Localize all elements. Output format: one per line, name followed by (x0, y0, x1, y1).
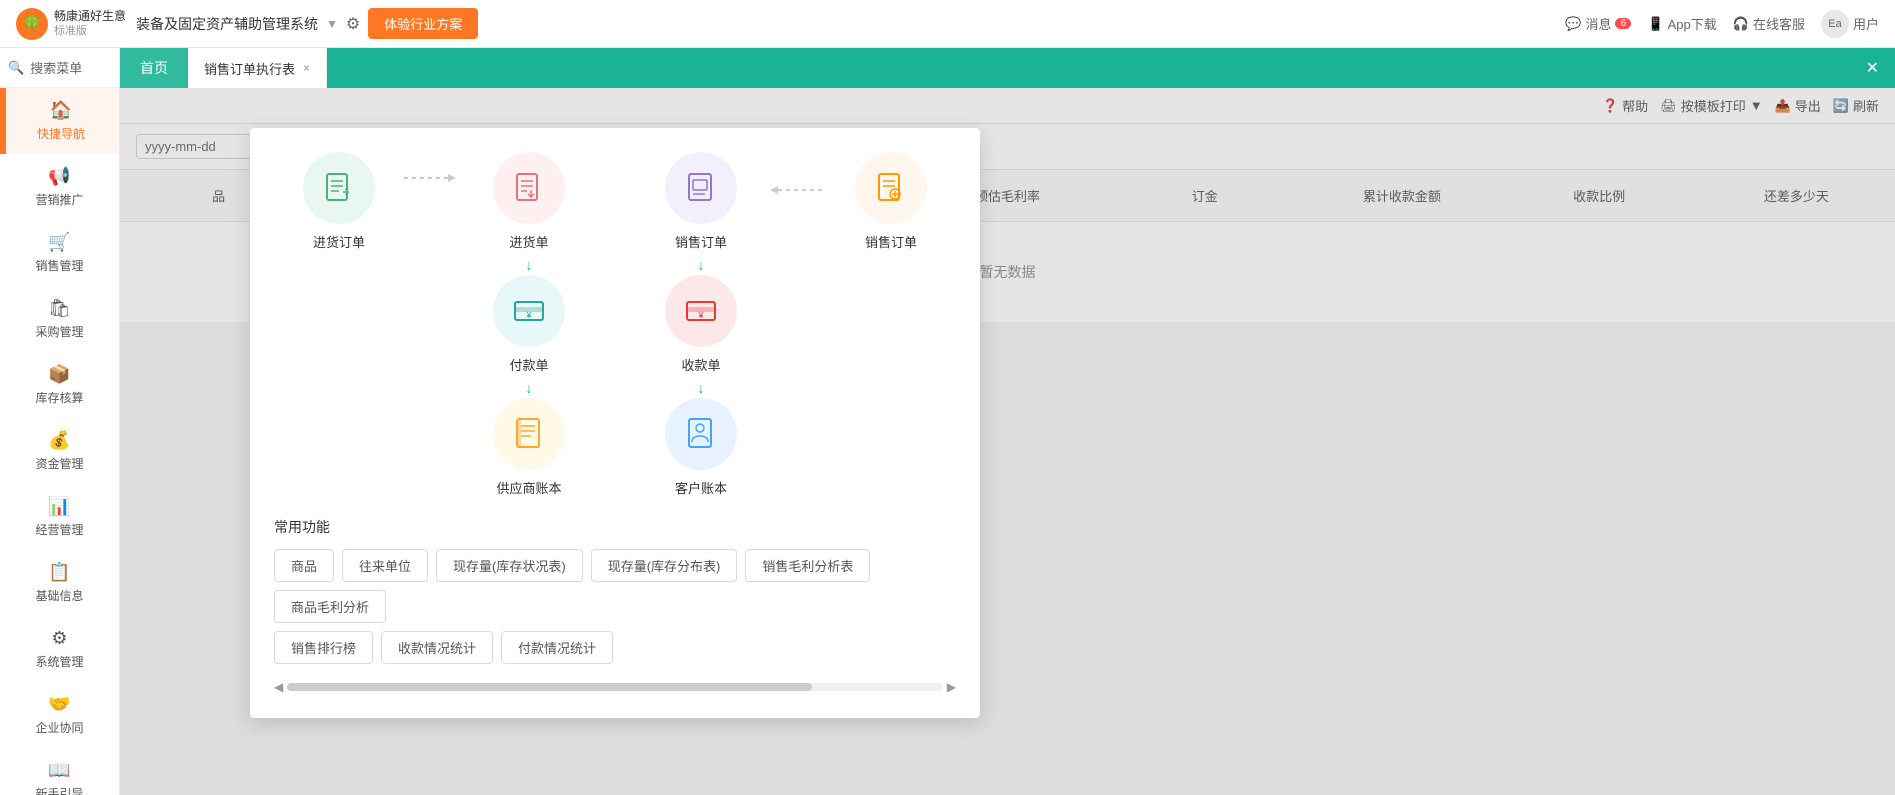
func-btn-receipt-stats[interactable]: 收款情况统计 (381, 631, 493, 664)
payment-icon: ¥ (493, 275, 565, 347)
arrow-po-to-pr (404, 170, 464, 234)
sales-order-node[interactable]: 销售订单 (826, 152, 956, 251)
sidebar-search[interactable]: 🔍 搜索菜单 (0, 48, 119, 88)
guide-icon: 📖 (48, 760, 70, 781)
sidebar-item-purchase[interactable]: 🛍 采购管理 (0, 286, 119, 352)
common-functions-title: 常用功能 (274, 517, 956, 537)
dropdown-arrow-icon[interactable]: ▼ (326, 17, 338, 31)
sidebar-item-enterprise[interactable]: 🤝 企业协同 (0, 682, 119, 748)
func-btn-payment-stats[interactable]: 付款情况统计 (501, 631, 613, 664)
system-title: 装备及固定资产辅助管理系统 (136, 14, 318, 34)
message-icon: 💬 (1565, 16, 1581, 32)
common-functions: 常用功能 商品 往来单位 现存量(库存状况表) 现存量(库存分布表) 销售毛利分… (274, 517, 956, 664)
receipt-node[interactable]: ¥ 收款单 (636, 275, 766, 374)
purchase-receipt-node[interactable]: 进货单 (464, 152, 594, 251)
sales-receipt-node[interactable]: 销售订单 (636, 152, 766, 251)
sidebar-item-basic-info[interactable]: 📋 基础信息 (0, 550, 119, 616)
settings-icon[interactable]: ⚙ (346, 14, 360, 34)
scrollbar-thumb (287, 683, 811, 691)
system-title-area: 装备及固定资产辅助管理系统 ▼ ⚙ 体验行业方案 (136, 8, 1565, 39)
enterprise-icon: 🤝 (48, 694, 70, 715)
logo-icon: 🍀 (16, 8, 48, 40)
finance-icon: 💰 (48, 430, 70, 451)
arrow-sr-to-receipt: ↓ (698, 257, 705, 273)
logo-text: 畅康通好生意 标准版 (54, 9, 126, 39)
online-service-btn[interactable]: 🎧 在线客服 (1733, 14, 1805, 33)
tab-close-icon[interactable]: × (303, 61, 310, 75)
sidebar-item-operations[interactable]: 📊 经营管理 (0, 484, 119, 550)
sales-icon: 🛒 (48, 232, 70, 253)
func-buttons-row1: 商品 往来单位 现存量(库存状况表) 现存量(库存分布表) 销售毛利分析表 商品… (274, 549, 956, 623)
page-content: ❓ 帮助 🖨 按模板打印 ▼ 📤 导出 🔄 刷新 (120, 88, 1895, 795)
scrollbar-track[interactable] (287, 683, 943, 691)
headset-icon: 🎧 (1733, 16, 1749, 32)
arrow-pr-to-payment: ↓ (526, 257, 533, 273)
sidebar-item-quick-nav[interactable]: 🏠 快捷导航 (0, 88, 119, 154)
user-avatar: Ea (1821, 10, 1849, 38)
inventory-icon: 📦 (48, 364, 70, 385)
sidebar-item-inventory[interactable]: 📦 库存核算 (0, 352, 119, 418)
sidebar-item-sales[interactable]: 🛒 销售管理 (0, 220, 119, 286)
sidebar-item-guide[interactable]: 📖 新手引导 (0, 748, 119, 795)
logo-area: 🍀 畅康通好生意 标准版 (16, 8, 136, 40)
customer-ledger-icon (665, 398, 737, 470)
supplier-ledger-icon (493, 398, 565, 470)
tab-sales-order[interactable]: 销售订单执行表 × (188, 48, 327, 88)
arrow-receipt-to-customer: ↓ (698, 380, 705, 396)
close-all-tabs-btn[interactable]: ✕ (1850, 58, 1895, 78)
system-icon: ⚙ (51, 628, 67, 649)
workflow-diagram: 进货订单 (274, 152, 956, 497)
func-btn-stock-status[interactable]: 现存量(库存状况表) (436, 549, 583, 582)
operations-icon: 📊 (48, 496, 70, 517)
func-buttons-row2: 销售排行榜 收款情况统计 付款情况统计 (274, 631, 956, 664)
sidebar-item-marketing[interactable]: 📢 营销推广 (0, 154, 119, 220)
app-download-btn[interactable]: 📱 App下载 (1647, 14, 1716, 33)
scroll-right-btn[interactable]: ▶ (947, 680, 956, 694)
purchase-order-icon (303, 152, 375, 224)
func-btn-sales-ranking[interactable]: 销售排行榜 (274, 631, 373, 664)
sales-order-icon (855, 152, 927, 224)
purchase-receipt-icon (493, 152, 565, 224)
sidebar-item-system[interactable]: ⚙ 系统管理 (0, 616, 119, 682)
content-area: 首页 销售订单执行表 × ✕ ❓ 帮助 🖨 按模板打印 ▼ (120, 48, 1895, 795)
active-bar (3, 88, 6, 154)
svg-text:¥: ¥ (697, 310, 704, 320)
experience-btn[interactable]: 体验行业方案 (368, 8, 478, 39)
supplier-ledger-node[interactable]: 供应商账本 (464, 398, 594, 497)
svg-text:¥: ¥ (525, 310, 532, 320)
marketing-icon: 📢 (48, 166, 70, 187)
phone-icon: 📱 (1647, 16, 1663, 32)
top-header: 🍀 畅康通好生意 标准版 装备及固定资产辅助管理系统 ▼ ⚙ 体验行业方案 💬 … (0, 0, 1895, 48)
func-btn-sales-profit[interactable]: 销售毛利分析表 (745, 549, 870, 582)
tab-home[interactable]: 首页 (120, 48, 188, 88)
scroll-left-btn[interactable]: ◀ (274, 680, 283, 694)
quick-nav-icon: 🏠 (50, 100, 72, 121)
main-layout: 🔍 搜索菜单 🏠 快捷导航 📢 营销推广 🛒 销售管理 🛍 采购管理 📦 库存核… (0, 48, 1895, 795)
basic-info-icon: 📋 (48, 562, 70, 583)
purchase-icon: 🛍 (48, 298, 71, 319)
quick-guide-modal: 进货订单 (250, 128, 980, 718)
sidebar-item-finance[interactable]: 💰 资金管理 (0, 418, 119, 484)
customer-ledger-node[interactable]: 客户账本 (636, 398, 766, 497)
message-badge: 6 (1615, 18, 1631, 29)
search-icon: 🔍 (8, 60, 24, 76)
tab-bar: 首页 销售订单执行表 × ✕ (120, 48, 1895, 88)
user-menu[interactable]: Ea 用户 (1821, 10, 1879, 38)
sidebar: 🔍 搜索菜单 🏠 快捷导航 📢 营销推广 🛒 销售管理 🛍 采购管理 📦 库存核… (0, 48, 120, 795)
func-btn-partners[interactable]: 往来单位 (342, 549, 428, 582)
receipt-icon: ¥ (665, 275, 737, 347)
purchase-order-node[interactable]: 进货订单 (274, 152, 404, 251)
modal-scrollbar: ◀ ▶ (274, 680, 956, 694)
message-btn[interactable]: 💬 消息 6 (1565, 14, 1631, 33)
sales-receipt-icon (665, 152, 737, 224)
func-btn-goods[interactable]: 商品 (274, 549, 334, 582)
func-btn-stock-dist[interactable]: 现存量(库存分布表) (591, 549, 738, 582)
arrow-payment-to-supplier: ↓ (526, 380, 533, 396)
func-btn-goods-profit[interactable]: 商品毛利分析 (274, 590, 386, 623)
payment-node[interactable]: ¥ 付款单 (464, 275, 594, 374)
header-right: 💬 消息 6 📱 App下载 🎧 在线客服 Ea 用户 (1565, 10, 1879, 38)
